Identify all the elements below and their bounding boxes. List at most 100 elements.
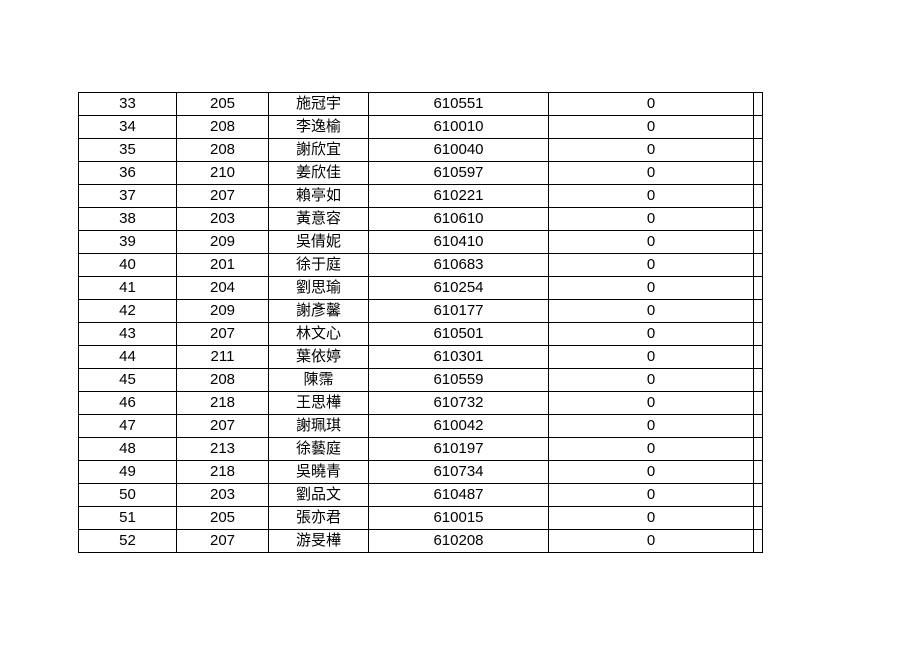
name-cell: 吳倩妮 bbox=[269, 231, 369, 254]
name-cell: 徐于庭 bbox=[269, 254, 369, 277]
row-number-cell: 49 bbox=[79, 461, 177, 484]
trailing-cell bbox=[754, 116, 763, 139]
row-number-cell: 41 bbox=[79, 277, 177, 300]
table-row: 37207賴亭如6102210 bbox=[79, 185, 763, 208]
row-number-cell: 40 bbox=[79, 254, 177, 277]
row-number-cell: 33 bbox=[79, 93, 177, 116]
trailing-cell bbox=[754, 231, 763, 254]
name-cell: 劉思瑜 bbox=[269, 277, 369, 300]
table-row: 46218王思樺6107320 bbox=[79, 392, 763, 415]
code-cell: 205 bbox=[177, 507, 269, 530]
value-cell: 0 bbox=[549, 231, 754, 254]
table-row: 36210姜欣佳6105970 bbox=[79, 162, 763, 185]
data-table: 33205施冠宇610551034208李逸榆610010035208謝欣宜61… bbox=[78, 92, 763, 553]
table-row: 42209謝彥馨6101770 bbox=[79, 300, 763, 323]
name-cell: 張亦君 bbox=[269, 507, 369, 530]
id-cell: 610208 bbox=[369, 530, 549, 553]
table-row: 52207游旻樺6102080 bbox=[79, 530, 763, 553]
trailing-cell bbox=[754, 507, 763, 530]
name-cell: 謝欣宜 bbox=[269, 139, 369, 162]
code-cell: 207 bbox=[177, 530, 269, 553]
value-cell: 0 bbox=[549, 162, 754, 185]
value-cell: 0 bbox=[549, 438, 754, 461]
id-cell: 610177 bbox=[369, 300, 549, 323]
row-number-cell: 39 bbox=[79, 231, 177, 254]
trailing-cell bbox=[754, 300, 763, 323]
value-cell: 0 bbox=[549, 461, 754, 484]
table-row: 51205張亦君6100150 bbox=[79, 507, 763, 530]
code-cell: 201 bbox=[177, 254, 269, 277]
name-cell: 黃意容 bbox=[269, 208, 369, 231]
name-cell: 陳霈 bbox=[269, 369, 369, 392]
id-cell: 610732 bbox=[369, 392, 549, 415]
data-table-container: 33205施冠宇610551034208李逸榆610010035208謝欣宜61… bbox=[78, 92, 763, 553]
code-cell: 211 bbox=[177, 346, 269, 369]
table-row: 34208李逸榆6100100 bbox=[79, 116, 763, 139]
trailing-cell bbox=[754, 162, 763, 185]
value-cell: 0 bbox=[549, 277, 754, 300]
name-cell: 姜欣佳 bbox=[269, 162, 369, 185]
table-row: 47207謝珮琪6100420 bbox=[79, 415, 763, 438]
value-cell: 0 bbox=[549, 185, 754, 208]
id-cell: 610015 bbox=[369, 507, 549, 530]
value-cell: 0 bbox=[549, 346, 754, 369]
row-number-cell: 43 bbox=[79, 323, 177, 346]
value-cell: 0 bbox=[549, 139, 754, 162]
table-row: 48213徐藝庭6101970 bbox=[79, 438, 763, 461]
trailing-cell bbox=[754, 346, 763, 369]
id-cell: 610597 bbox=[369, 162, 549, 185]
id-cell: 610559 bbox=[369, 369, 549, 392]
trailing-cell bbox=[754, 461, 763, 484]
trailing-cell bbox=[754, 438, 763, 461]
code-cell: 218 bbox=[177, 461, 269, 484]
trailing-cell bbox=[754, 254, 763, 277]
name-cell: 王思樺 bbox=[269, 392, 369, 415]
table-row: 44211葉依婷6103010 bbox=[79, 346, 763, 369]
value-cell: 0 bbox=[549, 208, 754, 231]
name-cell: 賴亭如 bbox=[269, 185, 369, 208]
name-cell: 游旻樺 bbox=[269, 530, 369, 553]
row-number-cell: 47 bbox=[79, 415, 177, 438]
trailing-cell bbox=[754, 139, 763, 162]
trailing-cell bbox=[754, 530, 763, 553]
id-cell: 610197 bbox=[369, 438, 549, 461]
value-cell: 0 bbox=[549, 484, 754, 507]
table-row: 43207林文心6105010 bbox=[79, 323, 763, 346]
name-cell: 徐藝庭 bbox=[269, 438, 369, 461]
row-number-cell: 45 bbox=[79, 369, 177, 392]
table-row: 40201徐于庭6106830 bbox=[79, 254, 763, 277]
id-cell: 610501 bbox=[369, 323, 549, 346]
code-cell: 208 bbox=[177, 369, 269, 392]
row-number-cell: 37 bbox=[79, 185, 177, 208]
code-cell: 207 bbox=[177, 185, 269, 208]
name-cell: 劉品文 bbox=[269, 484, 369, 507]
code-cell: 208 bbox=[177, 139, 269, 162]
name-cell: 施冠宇 bbox=[269, 93, 369, 116]
trailing-cell bbox=[754, 392, 763, 415]
value-cell: 0 bbox=[549, 369, 754, 392]
value-cell: 0 bbox=[549, 530, 754, 553]
row-number-cell: 48 bbox=[79, 438, 177, 461]
trailing-cell bbox=[754, 185, 763, 208]
code-cell: 207 bbox=[177, 323, 269, 346]
code-cell: 209 bbox=[177, 231, 269, 254]
code-cell: 203 bbox=[177, 484, 269, 507]
trailing-cell bbox=[754, 277, 763, 300]
table-row: 39209吳倩妮6104100 bbox=[79, 231, 763, 254]
table-row: 50203劉品文6104870 bbox=[79, 484, 763, 507]
code-cell: 205 bbox=[177, 93, 269, 116]
table-row: 49218吳曉青6107340 bbox=[79, 461, 763, 484]
name-cell: 林文心 bbox=[269, 323, 369, 346]
table-row: 38203黃意容6106100 bbox=[79, 208, 763, 231]
code-cell: 210 bbox=[177, 162, 269, 185]
trailing-cell bbox=[754, 93, 763, 116]
id-cell: 610010 bbox=[369, 116, 549, 139]
row-number-cell: 46 bbox=[79, 392, 177, 415]
id-cell: 610487 bbox=[369, 484, 549, 507]
row-number-cell: 51 bbox=[79, 507, 177, 530]
trailing-cell bbox=[754, 208, 763, 231]
id-cell: 610042 bbox=[369, 415, 549, 438]
row-number-cell: 34 bbox=[79, 116, 177, 139]
name-cell: 謝彥馨 bbox=[269, 300, 369, 323]
row-number-cell: 44 bbox=[79, 346, 177, 369]
